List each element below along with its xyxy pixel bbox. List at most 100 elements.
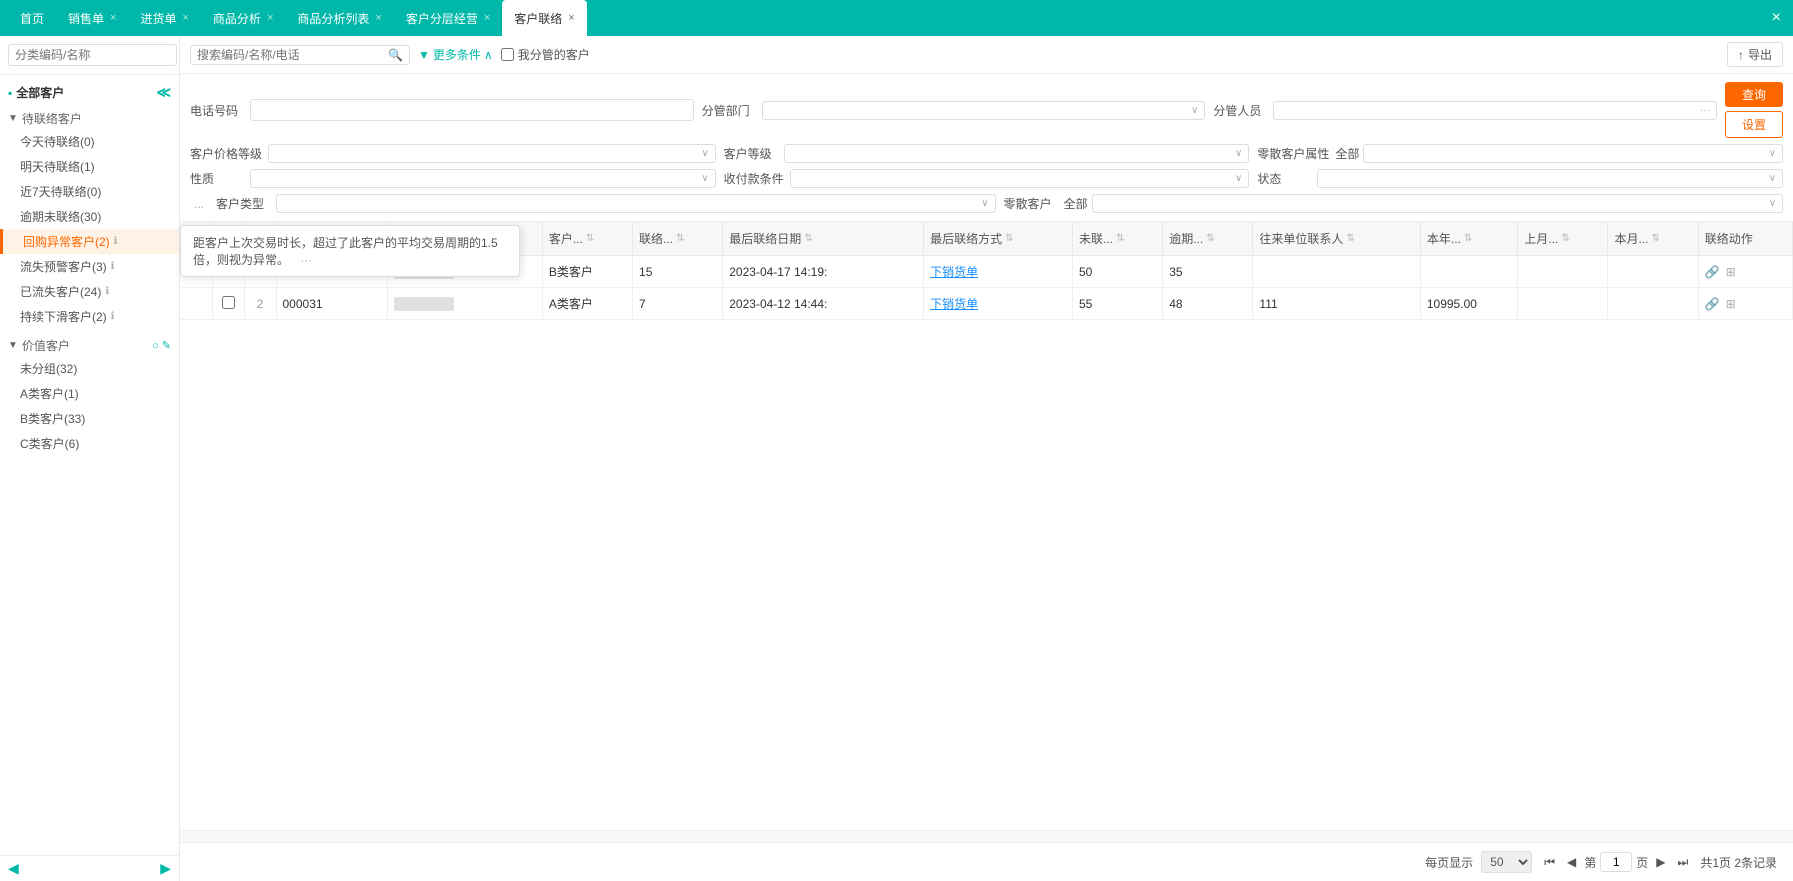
close-analysis-list-icon[interactable]: × xyxy=(375,12,381,24)
sidebar-group-pending[interactable]: ▼ 待联络客户 xyxy=(0,106,179,129)
row1-actions: 🔗 ⊞ xyxy=(1698,256,1792,288)
dots-more[interactable]: ... xyxy=(190,197,208,211)
sidebar-item-7days[interactable]: 近7天待联络(0) xyxy=(0,179,179,204)
sort-last-date-icon[interactable]: ⇅ xyxy=(804,233,812,244)
nav-item-customer-contact[interactable]: 客户联络 × xyxy=(502,0,586,36)
sidebar-item-today[interactable]: 今天待联络(0) xyxy=(0,129,179,154)
gender-dropdown-icon: ∨ xyxy=(701,173,708,184)
sidebar-item-overdue[interactable]: 逾期未联络(30) xyxy=(0,204,179,229)
horizontal-scrollbar[interactable] xyxy=(180,830,1793,842)
row1-grid-icon[interactable]: ⊞ xyxy=(1726,265,1736,279)
sort-type-icon[interactable]: ⇅ xyxy=(586,233,594,244)
info-icon-abnormal: ℹ xyxy=(114,236,118,247)
filter-person: 分管人员 ··· xyxy=(1213,101,1717,120)
nav-item-sales[interactable]: 销售单 × xyxy=(56,0,128,36)
price-grade-select[interactable]: ∨ xyxy=(268,144,716,163)
first-page-btn[interactable]: ⏮ xyxy=(1540,853,1559,872)
more-conditions-btn[interactable]: ▼ 更多条件 ∧ xyxy=(418,46,493,63)
sidebar-all-customers[interactable]: ▪ 全部客户 ≪ xyxy=(0,79,179,106)
close-sales-icon[interactable]: × xyxy=(110,12,116,24)
last-page-btn[interactable]: ⏭ xyxy=(1674,853,1693,872)
sort-contact-icon[interactable]: ⇅ xyxy=(676,233,684,244)
filter-phone: 电话号码 xyxy=(190,99,694,121)
page-number-input[interactable] xyxy=(1600,852,1632,872)
sidebar-item-declining[interactable]: 持续下滑客户(2) ℹ xyxy=(0,304,179,329)
sort-last-method-icon[interactable]: ⇅ xyxy=(1005,233,1013,244)
nav-item-customer-tier[interactable]: 客户分层经营 × xyxy=(394,0,502,36)
search-icon[interactable]: 🔍 xyxy=(388,48,403,62)
col-action: 联络动作 xyxy=(1698,222,1792,256)
per-page-select[interactable]: 50 20 100 xyxy=(1481,851,1532,873)
nav-item-purchase[interactable]: 进货单 × xyxy=(128,0,200,36)
filter-retail-attr: 零散客户属性 全部 ∨ xyxy=(1257,144,1783,163)
query-button[interactable]: 查询 xyxy=(1725,82,1783,107)
sort-pending-icon[interactable]: ⇅ xyxy=(1116,233,1124,244)
sidebar-item-lost[interactable]: 已流失客户(24) ℹ xyxy=(0,279,179,304)
nav-item-analysis-list[interactable]: 商品分析列表 × xyxy=(285,0,393,36)
prev-page-btn[interactable]: ◀ xyxy=(1563,853,1580,871)
global-close-icon[interactable]: × xyxy=(1772,9,1781,27)
status-select[interactable]: ∨ xyxy=(1317,169,1783,188)
close-customer-tier-icon[interactable]: × xyxy=(484,12,490,24)
sidebar-item-tomorrow[interactable]: 明天待联络(1) xyxy=(0,154,179,179)
sort-this-year-icon[interactable]: ⇅ xyxy=(1464,233,1472,244)
grade-dropdown-icon: ∨ xyxy=(1235,148,1242,159)
status-dropdown-icon: ∨ xyxy=(1769,173,1776,184)
content-area: 🔍 ▼ 更多条件 ∧ 我分管的客户 ↑ 导出 xyxy=(180,36,1793,881)
sidebar-group-value[interactable]: ▼ 价值客户 ○ ✎ xyxy=(0,333,179,356)
grade-select[interactable]: ∨ xyxy=(784,144,1250,163)
export-button[interactable]: ↑ 导出 xyxy=(1727,42,1783,67)
row2-type: A类客户 xyxy=(542,288,632,320)
sidebar-item-abnormal[interactable]: 回购异常客户(2) ℹ xyxy=(0,229,179,254)
sidebar-collapse-icon[interactable]: ≪ xyxy=(156,84,171,101)
my-customers-checkbox[interactable]: 我分管的客户 xyxy=(501,46,590,63)
nav-item-home[interactable]: 首页 xyxy=(8,0,56,36)
my-customers-check[interactable] xyxy=(501,48,514,61)
toolbar: 🔍 ▼ 更多条件 ∧ 我分管的客户 ↑ 导出 xyxy=(180,36,1793,74)
search-input[interactable] xyxy=(197,48,384,62)
sort-this-month-icon[interactable]: ⇅ xyxy=(1652,233,1660,244)
retail-customer-select[interactable]: ∨ xyxy=(1092,194,1783,213)
info-icon-declining: ℹ xyxy=(111,311,115,322)
sort-last-month-icon[interactable]: ⇅ xyxy=(1561,233,1569,244)
tooltip-more[interactable]: ··· xyxy=(300,253,312,267)
payment-select[interactable]: ∨ xyxy=(790,169,1250,188)
sidebar-next-icon[interactable]: ▶ xyxy=(160,860,171,877)
sort-unit-contacts-icon[interactable]: ⇅ xyxy=(1346,233,1354,244)
close-customer-contact-icon[interactable]: × xyxy=(568,12,574,24)
row2-name xyxy=(388,288,542,320)
sidebar-item-class-b[interactable]: B类客户(33) xyxy=(0,406,179,431)
person-select[interactable]: ··· xyxy=(1273,101,1717,120)
sort-overdue-icon[interactable]: ⇅ xyxy=(1206,233,1214,244)
row2-unit-contacts: 111 xyxy=(1253,288,1420,320)
info-icon-loss-warning: ℹ xyxy=(111,261,115,272)
sidebar-search-input[interactable] xyxy=(8,44,177,66)
row1-last-date: 2023-04-17 14:19: xyxy=(723,256,924,288)
dept-select[interactable]: ∨ xyxy=(762,101,1206,120)
sidebar-item-class-c[interactable]: C类客户(6) xyxy=(0,431,179,456)
edit-value-group-icon[interactable]: ○ ✎ xyxy=(152,339,171,352)
sidebar-item-class-a[interactable]: A类客户(1) xyxy=(0,381,179,406)
phone-input[interactable] xyxy=(250,99,694,121)
row1-link-icon[interactable]: 🔗 xyxy=(1705,265,1720,279)
sidebar-item-ungrouped[interactable]: 未分组(32) xyxy=(0,356,179,381)
filter-icon: ▼ xyxy=(418,48,430,62)
close-analysis-icon[interactable]: × xyxy=(267,12,273,24)
filter-actions: 查询 设置 xyxy=(1725,82,1783,138)
sidebar-prev-icon[interactable]: ◀ xyxy=(8,860,19,877)
row2-checkbox[interactable] xyxy=(222,296,235,309)
gender-select[interactable]: ∨ xyxy=(250,169,716,188)
filter-gender: 性质 ∨ xyxy=(190,169,716,188)
filter-status: 状态 ∨ xyxy=(1257,169,1783,188)
close-purchase-icon[interactable]: × xyxy=(182,12,188,24)
setting-button[interactable]: 设置 xyxy=(1725,111,1783,138)
next-page-btn[interactable]: ▶ xyxy=(1652,853,1669,871)
nav-item-analysis[interactable]: 商品分析 × xyxy=(201,0,285,36)
row2-grid-icon[interactable]: ⊞ xyxy=(1726,297,1736,311)
customer-type-select[interactable]: ∨ xyxy=(276,194,996,213)
row2-link-icon[interactable]: 🔗 xyxy=(1705,297,1720,311)
filter-price-grade: 客户价格等级 ∨ xyxy=(190,144,716,163)
sidebar-item-loss-warning[interactable]: 流失预警客户(3) ℹ xyxy=(0,254,179,279)
retail-attr-select[interactable]: ∨ xyxy=(1363,144,1783,163)
filter-retail-customer: 零散客户 全部 ∨ xyxy=(1004,194,1784,213)
